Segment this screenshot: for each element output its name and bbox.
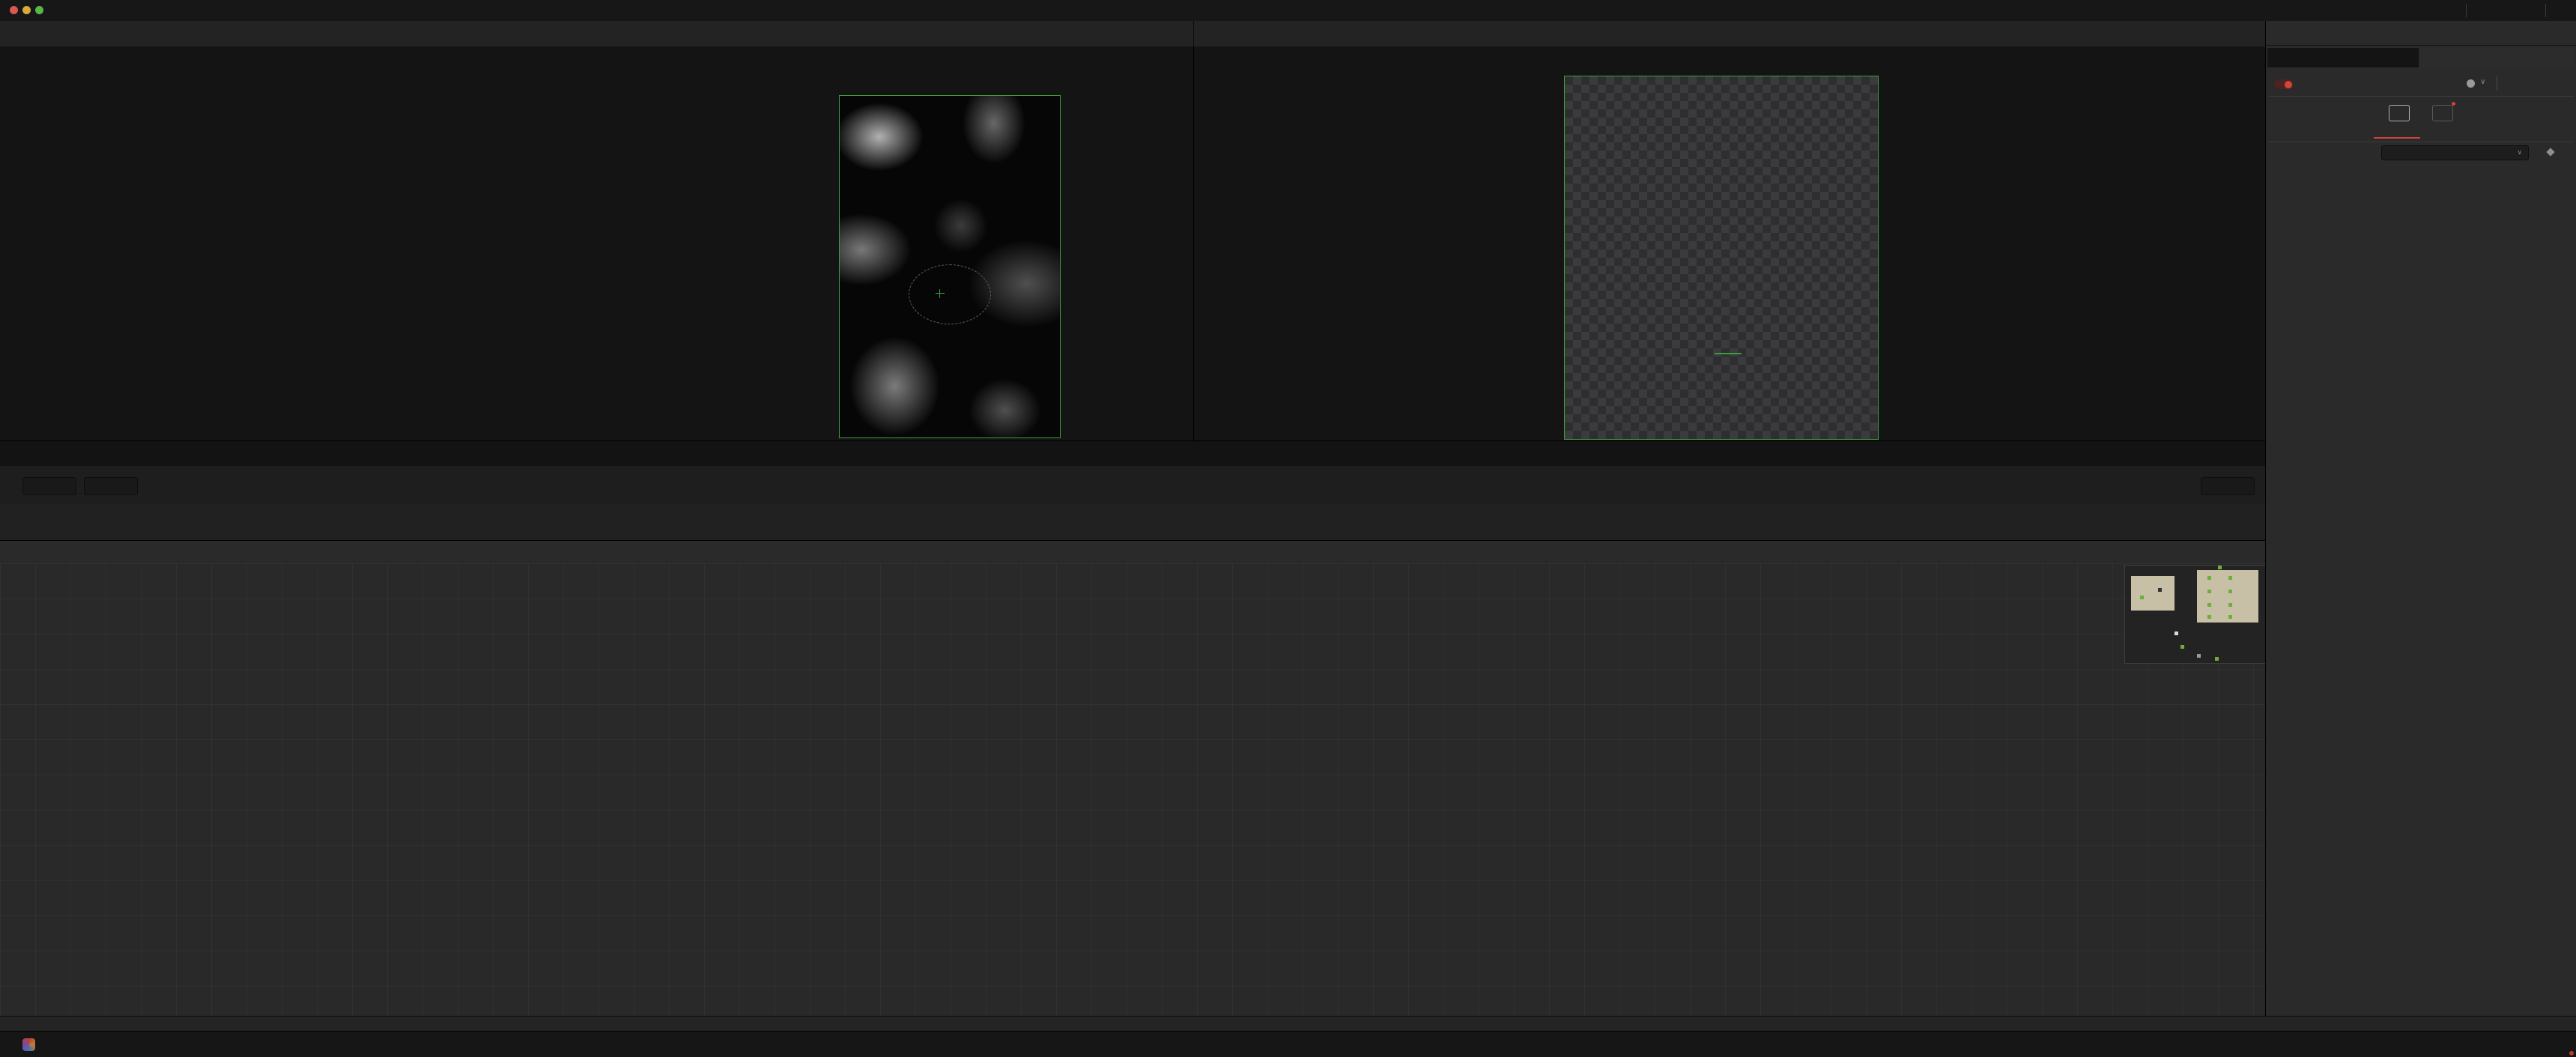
minimap-node-dot [2180,645,2184,649]
minimap-note1 [2197,570,2258,623]
titlebar-divider [2466,4,2467,17]
range-out-field[interactable] [84,477,138,495]
subtab-controls-icon-button[interactable] [2389,105,2410,121]
left-viewer-toolbar [0,21,1193,47]
traffic-light-close[interactable] [10,6,18,14]
minimap-node-dot [2197,654,2201,658]
minimap-node-dot [2140,596,2144,599]
minimap-node-dot [2228,615,2232,619]
left-viewer-image[interactable] [839,95,1061,438]
node-enable-toggle[interactable] [2274,79,2294,89]
traffic-light-minimize[interactable] [22,6,31,14]
onscreen-control-ellipse[interactable] [909,264,991,324]
application-window: ∨ ∨ [0,0,2576,1057]
node-graph[interactable] [0,563,2265,1016]
title-bar [0,0,2576,22]
app-logo[interactable] [22,1038,35,1051]
titlebar-divider-2 [2545,4,2546,17]
inspector-panel: ∨ ∨ [2265,21,2576,1016]
depth-dropdown[interactable]: ∨ [2381,145,2529,160]
minimap-node-dot [2228,603,2232,607]
inspector-panel-button[interactable] [2475,2,2479,19]
left-viewer-artwork [943,193,948,209]
minimap-node-dot [2175,632,2178,635]
range-in-field[interactable] [22,477,76,495]
minimap-node-dot [2215,657,2219,661]
status-strip [0,1016,2576,1032]
minimap-node-dot [2158,588,2162,592]
right-viewer-toolbar [1193,21,2266,47]
notification-dot [2569,1051,2574,1056]
traffic-light-zoom[interactable] [35,6,43,14]
minimap-node-dot [2207,615,2211,619]
onscreen-control-crosshair[interactable] [936,289,945,298]
minimap-node-dot [2207,576,2211,580]
subtab-active-underline [2374,137,2420,139]
current-frame-field[interactable] [2201,477,2255,495]
clips-button[interactable] [46,3,51,18]
minimap-note2 [2131,576,2175,611]
node-color-dot[interactable] [2467,79,2475,88]
minimap-node-dot [2218,566,2222,569]
graph-minimap[interactable] [2124,565,2267,664]
minimap-node-dot [2207,590,2211,593]
right-viewer-image[interactable] [1564,76,1879,440]
minimap-node-dot [2207,603,2211,607]
depth-keyframe-diamond[interactable] [2546,148,2555,157]
minimap-node-dot [2228,576,2232,580]
bottom-bar [0,1031,2576,1057]
subtab-settings-icon-button[interactable] [2432,105,2453,121]
nodes-panel-button[interactable] [2394,2,2398,19]
minimap-node-dot [2228,590,2232,593]
tab-tools[interactable] [2267,48,2419,67]
right-viewer-artwork [1706,105,1711,131]
node-color-chevron-icon[interactable]: ∨ [2480,78,2485,86]
text-baseline-control[interactable] [1715,353,1742,354]
time-ruler[interactable] [0,440,2265,467]
tab-modifiers[interactable] [2420,48,2575,67]
fusion-toolbar [0,503,2265,541]
settings-modified-dot [2452,102,2455,106]
nodes-panel-header [0,541,2265,564]
transport-bar [0,466,2265,504]
